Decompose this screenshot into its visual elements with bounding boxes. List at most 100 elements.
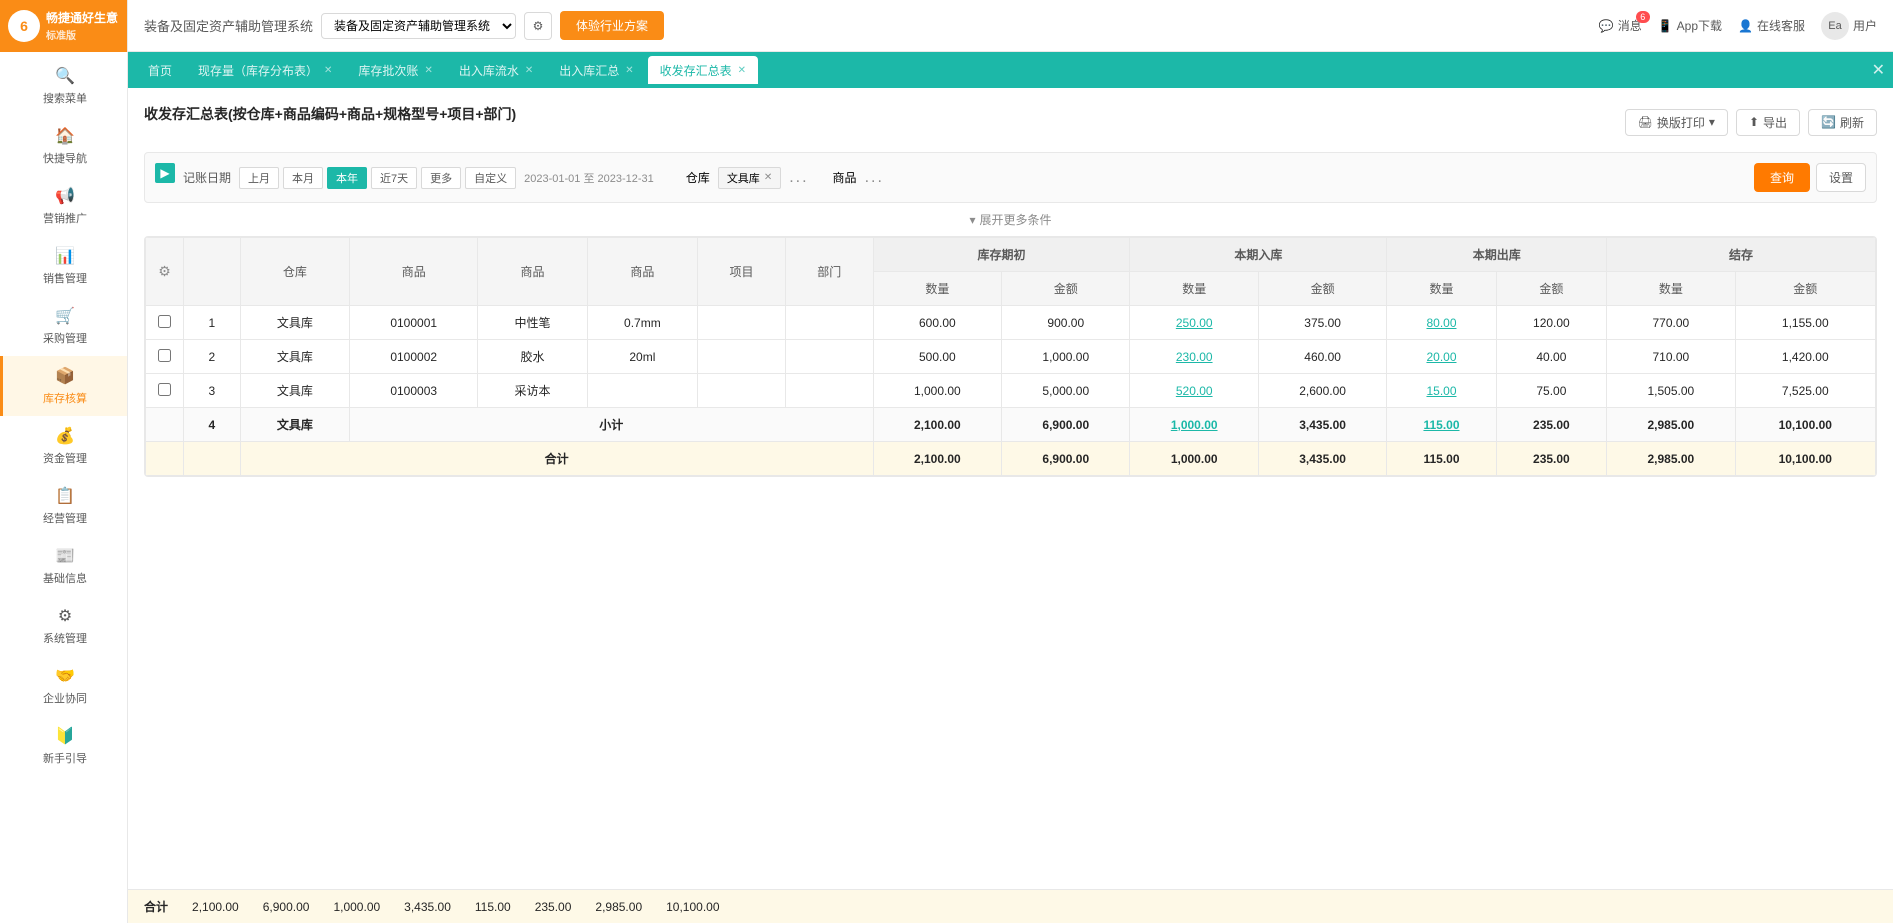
filter-expand-arrow[interactable]: ▶ [155,163,175,183]
close-all-tabs-btn[interactable]: ✕ [1872,60,1885,80]
row-checkbox[interactable] [146,340,184,374]
sidebar-logo: 6 畅捷通好生意 标准版 [0,0,127,52]
row-select-checkbox[interactable] [158,383,171,396]
sidebar-item-sales[interactable]: 📊销售管理 [0,236,127,296]
marketing-icon: 📢 [55,186,75,206]
row-out-qty[interactable]: 20.00 [1387,340,1496,374]
tab-batch[interactable]: 库存批次账 ✕ [346,56,444,84]
sidebar-nav: 🔍搜索菜单🏠快捷导航 📢 营销推广 📊销售管理🛒采购管理📦库存核算💰资金管理📋经营管理… [0,52,127,923]
user-menu-btn[interactable]: Ea 用户 [1821,12,1877,40]
tab-close-batch[interactable]: ✕ [424,65,432,76]
sidebar-label-system: 系统管理 [43,630,87,646]
date-btn-更多[interactable]: 更多 [421,167,461,189]
sidebar-label-search: 搜索菜单 [43,90,87,106]
warehouse-tag[interactable]: 文具库 ✕ [718,167,781,189]
row-opening-amt: 5,000.00 [1002,374,1130,408]
row-opening-qty: 500.00 [873,340,1001,374]
trial-btn[interactable]: 体验行业方案 [560,11,664,40]
warehouse-tag-text: 文具库 [727,170,760,186]
tab-in_out_flow[interactable]: 出入库流水✕ [447,56,545,84]
sidebar-item-quick[interactable]: 🏠快捷导航 [0,116,127,176]
notification-btn[interactable]: 💬 消息 6 [1599,17,1642,34]
warehouse-more-btn[interactable]: ... [789,169,808,187]
online-service-btn[interactable]: 👤 在线客服 [1738,17,1805,34]
date-btn-本年[interactable]: 本年 [327,167,367,189]
row-in-qty[interactable]: 520.00 [1130,374,1258,408]
bottom-opening-amt: 6,900.00 [263,900,310,914]
filter-settings-btn[interactable]: 设置 [1816,163,1866,192]
expand-more-btn[interactable]: ▾ 展开更多条件 [969,211,1051,228]
basic-icon: 📰 [55,546,75,566]
settings-icon[interactable]: ⚙ [524,12,552,40]
row-select-checkbox[interactable] [158,315,171,328]
col-goods-code-header: 商品 [349,238,477,306]
tab-home[interactable]: 首页 [136,56,184,84]
tab-in_out_summary[interactable]: 出入库汇总✕ [547,56,645,84]
row-warehouse: 文具库 [240,374,349,408]
warehouse-tag-close[interactable]: ✕ [764,172,772,183]
row-goods-spec [587,374,697,408]
service-icon: 👤 [1738,19,1753,33]
sidebar-item-inventory[interactable]: 📦库存核算 [0,356,127,416]
col-in-amt: 金额 [1258,272,1386,306]
row-select-checkbox[interactable] [158,349,171,362]
sidebar-item-enterprise[interactable]: 🤝企业协同 [0,656,127,716]
chevron-down-icon: ▾ [969,213,975,227]
table-settings-icon[interactable]: ⚙ [158,263,171,279]
row-project [698,374,786,408]
sidebar-item-business[interactable]: 📋经营管理 [0,476,127,536]
row-goods-name: 中性笔 [478,306,587,340]
subtotal-in-qty[interactable]: 1,000.00 [1130,408,1258,442]
sidebar-item-marketing[interactable]: 📢 营销推广 [0,176,127,236]
bottom-closing-amt: 10,100.00 [666,900,719,914]
sidebar-label-marketing: 营销推广 [43,210,87,226]
row-checkbox[interactable] [146,306,184,340]
date-btn-本月[interactable]: 本月 [283,167,323,189]
col-goods-spec-header: 商品 [587,238,697,306]
export-icon: ⬆ [1749,115,1759,129]
row-closing-qty: 710.00 [1607,340,1735,374]
sidebar-label-inventory: 库存核算 [43,390,87,406]
row-out-qty[interactable]: 15.00 [1387,374,1496,408]
tab-close-in_out_summary[interactable]: ✕ [625,65,633,76]
row-goods-spec: 20ml [587,340,697,374]
sidebar-item-basic[interactable]: 📰基础信息 [0,536,127,596]
sidebar-item-system[interactable]: ⚙系统管理 [0,596,127,656]
expand-more-label: 展开更多条件 [980,211,1052,228]
row-in-qty[interactable]: 230.00 [1130,340,1258,374]
goods-more-btn[interactable]: ... [865,169,884,187]
export-btn[interactable]: ⬆ 导出 [1736,109,1800,136]
row-checkbox[interactable] [146,374,184,408]
tab-close-in_out_flow[interactable]: ✕ [525,65,533,76]
sidebar-item-purchase[interactable]: 🛒采购管理 [0,296,127,356]
sidebar-label-finance: 资金管理 [43,450,87,466]
sidebar-item-guide[interactable]: 🔰新手引导 [0,716,127,776]
app-download-btn[interactable]: 📱 App下载 [1658,17,1722,34]
date-btn-自定义[interactable]: 自定义 [465,167,516,189]
system-select[interactable]: 装备及固定资产辅助管理系统 [321,13,516,39]
enterprise-icon: 🤝 [55,666,75,686]
refresh-btn[interactable]: 🔄 刷新 [1808,109,1877,136]
tab-close-inventory_dist[interactable]: ✕ [324,65,332,76]
col-opening-qty: 数量 [873,272,1001,306]
print-btn[interactable]: 🖨 换版打印 ▾ [1625,109,1728,136]
expand-more-section: ▾ 展开更多条件 [144,211,1877,228]
row-in-amt: 375.00 [1258,306,1386,340]
date-btn-上月[interactable]: 上月 [239,167,279,189]
sidebar-item-finance[interactable]: 💰资金管理 [0,416,127,476]
date-btn-近7天[interactable]: 近7天 [371,167,417,189]
row-out-qty[interactable]: 80.00 [1387,306,1496,340]
subtotal-warehouse: 文具库 [240,408,349,442]
tab-inventory_dist[interactable]: 现存量（库存分布表）✕ [186,56,344,84]
subtotal-out-qty[interactable]: 115.00 [1387,408,1496,442]
row-in-qty[interactable]: 250.00 [1130,306,1258,340]
query-btn[interactable]: 查询 [1754,163,1810,192]
tab-label-batch: 库存批次账 [358,62,418,79]
sidebar-item-search[interactable]: 🔍搜索菜单 [0,56,127,116]
tab-recv_send_summary[interactable]: 收发存汇总表✕ [648,56,758,84]
user-avatar: Ea [1821,12,1849,40]
col-settings[interactable]: ⚙ [146,238,184,306]
row-goods-code: 0100003 [349,374,477,408]
tab-close-recv_send_summary[interactable]: ✕ [738,65,746,76]
phone-icon: 📱 [1658,19,1673,33]
